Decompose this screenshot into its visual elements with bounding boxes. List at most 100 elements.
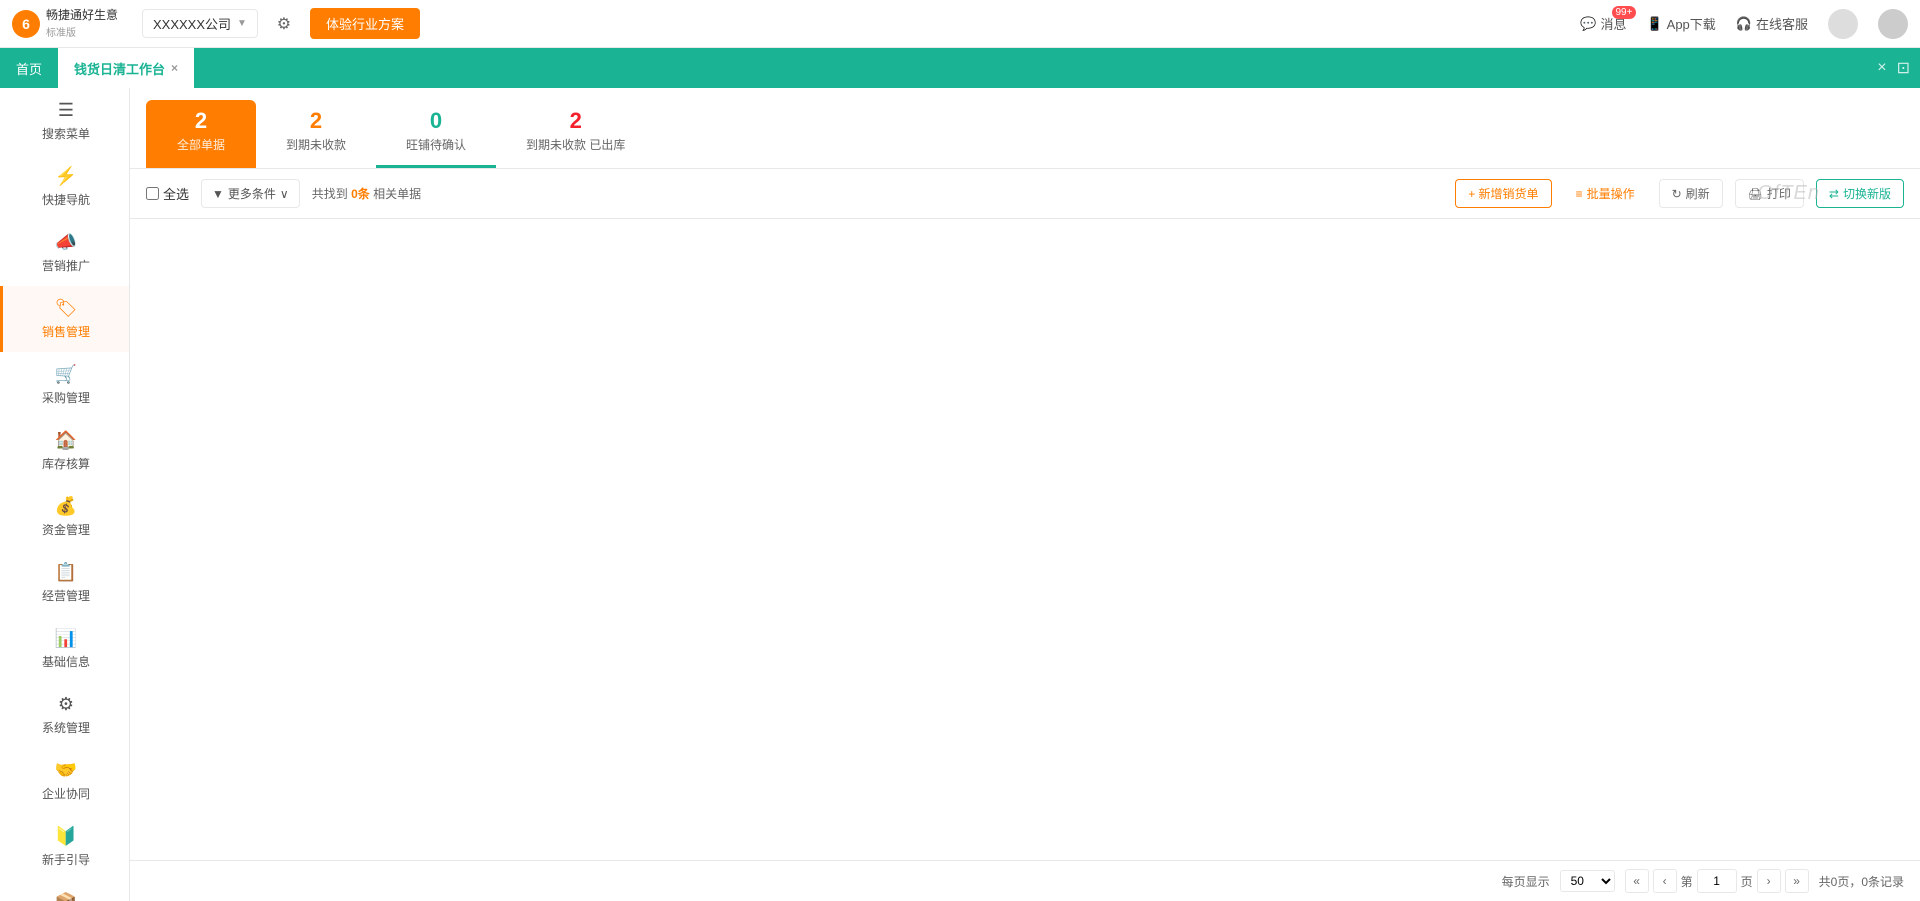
sidebar-item-system[interactable]: ⚙ 系统管理 xyxy=(0,682,129,748)
stat-tab-pending[interactable]: 0 旺铺待确认 xyxy=(376,100,496,168)
found-text: 共找到 0条 相关单据 xyxy=(312,185,421,202)
settings-icon[interactable]: ⚙ xyxy=(268,8,300,40)
system-icon: ⚙ xyxy=(58,694,74,715)
logo-sub: 标准版 xyxy=(46,24,118,39)
toolbar-right: + 新增销货单 ≡ 批量操作 ↻ 刷新 🖨 打印 ⇄ 切换新版 xyxy=(1455,179,1904,208)
sidebar-item-label-purchase: 采购管理 xyxy=(42,389,90,406)
select-all-checkbox[interactable]: 全选 xyxy=(146,184,189,203)
filter-button[interactable]: ▼ 更多条件 ∨ xyxy=(201,179,300,208)
filter-arrow-icon: ∨ xyxy=(280,187,289,201)
sidebar-item-collab[interactable]: 🤝 企业协同 xyxy=(0,748,129,814)
switch-version-button[interactable]: ⇄ 切换新版 xyxy=(1816,179,1904,208)
sidebar-item-label-collab: 企业协同 xyxy=(42,785,90,802)
page-size-select[interactable]: 10 20 50 100 xyxy=(1560,870,1615,892)
sidebar-item-label-finance: 资金管理 xyxy=(42,521,90,538)
tab-maximize-icon[interactable]: ⊡ xyxy=(1897,58,1910,78)
search-menu-icon: ☰ xyxy=(58,100,74,121)
logo-text: 畅捷通好生意 xyxy=(46,8,118,24)
page-size-label: 每页显示 xyxy=(1502,873,1550,890)
toolbar-left: 全选 ▼ 更多条件 ∨ 共找到 0条 相关单据 xyxy=(146,179,1443,208)
sidebar-item-quicknav[interactable]: ⚡ 快捷导航 xyxy=(0,154,129,220)
last-page-button[interactable]: » xyxy=(1785,869,1809,893)
stat-num-all: 2 xyxy=(195,108,207,134)
stat-tab-overdue[interactable]: 2 到期未收款 xyxy=(256,100,376,168)
print-label: 打印 xyxy=(1767,185,1791,202)
refresh-label: 刷新 xyxy=(1686,185,1710,202)
online-service-label: 在线客服 xyxy=(1756,14,1808,33)
sidebar-item-label-search: 搜索菜单 xyxy=(42,125,90,142)
stat-num-overdue: 2 xyxy=(310,108,322,134)
company-arrow-icon: ▼ xyxy=(237,18,247,29)
tab-home[interactable]: 首页 xyxy=(0,48,58,88)
sidebar-item-inventory[interactable]: 🏠 库存核算 xyxy=(0,418,129,484)
filter-icon: ▼ xyxy=(212,187,224,201)
prev-page-button[interactable]: ‹ xyxy=(1653,869,1677,893)
switch-label: 切换新版 xyxy=(1843,185,1891,202)
message-icon: 💬 xyxy=(1580,16,1596,32)
avatar[interactable] xyxy=(1828,9,1858,39)
sidebar-item-appcenter[interactable]: 📦 应用中心 xyxy=(0,880,129,901)
sidebar-item-purchase[interactable]: 🛒 采购管理 xyxy=(0,352,129,418)
sidebar-item-label-inventory: 库存核算 xyxy=(42,455,90,472)
next-page-button[interactable]: › xyxy=(1757,869,1781,893)
guide-icon: 🔰 xyxy=(55,826,77,847)
toolbar: 全选 ▼ 更多条件 ∨ 共找到 0条 相关单据 + 新增销货单 ≡ 批量操作 xyxy=(130,169,1920,219)
appcenter-icon: 📦 xyxy=(55,892,77,901)
print-icon: 🖨 xyxy=(1748,187,1763,201)
sidebar-item-finance[interactable]: 💰 资金管理 xyxy=(0,484,129,550)
batch-icon: ≡ xyxy=(1576,187,1583,201)
stat-label-all: 全部单据 xyxy=(177,136,225,153)
tab-qianghuo[interactable]: 钱货日清工作台 × xyxy=(58,48,194,88)
select-all-input[interactable] xyxy=(146,187,159,200)
header-right: 💬 消息 99+ 📱 App下载 🎧 在线客服 xyxy=(1580,9,1908,39)
add-sales-order-button[interactable]: + 新增销货单 xyxy=(1455,179,1551,208)
batch-operation-button[interactable]: ≡ 批量操作 xyxy=(1564,180,1647,207)
page-input[interactable] xyxy=(1697,869,1737,893)
sidebar-item-sales[interactable]: 🏷 销售管理 xyxy=(0,286,129,352)
batch-label: 批量操作 xyxy=(1587,185,1635,202)
content-area: 2 全部单据 2 到期未收款 0 旺铺待确认 2 到期未收款 已出库 全选 xyxy=(130,88,1920,901)
username-area[interactable] xyxy=(1878,9,1908,39)
app-download-item[interactable]: 📱 App下载 xyxy=(1646,14,1715,33)
sidebar-item-search[interactable]: ☰ 搜索菜单 xyxy=(0,88,129,154)
trial-button[interactable]: 体验行业方案 xyxy=(310,8,420,39)
found-suffix: 相关单据 xyxy=(373,187,421,201)
sidebar-item-guide[interactable]: 🔰 新手引导 xyxy=(0,814,129,880)
page-nav: « ‹ 第 页 › » xyxy=(1625,869,1809,893)
sidebar-item-operations[interactable]: 📋 经营管理 xyxy=(0,550,129,616)
refresh-button[interactable]: ↻ 刷新 xyxy=(1659,179,1723,208)
company-name: XXXXXX公司 xyxy=(153,14,231,33)
tab-qianghuo-label: 钱货日清工作台 xyxy=(74,59,165,78)
first-page-button[interactable]: « xyxy=(1625,869,1649,893)
switch-icon: ⇄ xyxy=(1829,187,1839,201)
page-label: 第 xyxy=(1681,873,1693,890)
online-service-item[interactable]: 🎧 在线客服 xyxy=(1736,14,1808,33)
message-item[interactable]: 💬 消息 99+ xyxy=(1580,14,1626,33)
logo-area: 6 畅捷通好生意 标准版 xyxy=(12,8,142,39)
stat-tab-overdue-out[interactable]: 2 到期未收款 已出库 xyxy=(496,100,655,168)
select-all-label: 全选 xyxy=(163,184,189,203)
filter-label: 更多条件 xyxy=(228,185,276,202)
sales-icon: 🏷 xyxy=(55,298,78,319)
found-prefix: 共找到 xyxy=(312,187,348,201)
stat-num-pending: 0 xyxy=(430,108,442,134)
sidebar: ☰ 搜索菜单 ⚡ 快捷导航 📣 营销推广 🏷 销售管理 🛒 采购管理 🏠 库存核… xyxy=(0,88,130,901)
stat-label-overdue-out: 到期未收款 已出库 xyxy=(526,136,625,153)
app-download-icon: 📱 xyxy=(1646,16,1662,32)
sidebar-item-marketing[interactable]: 📣 营销推广 xyxy=(0,220,129,286)
sidebar-item-label-marketing: 营销推广 xyxy=(42,257,90,274)
stat-tab-all[interactable]: 2 全部单据 xyxy=(146,100,256,168)
tab-close-icon[interactable]: × xyxy=(171,61,178,75)
print-button[interactable]: 🖨 打印 xyxy=(1735,179,1804,208)
logo-icon: 6 xyxy=(12,10,40,38)
sidebar-item-label-guide: 新手引导 xyxy=(42,851,90,868)
stat-label-pending: 旺铺待确认 xyxy=(406,136,466,153)
collab-icon: 🤝 xyxy=(55,760,77,781)
tab-minimize-icon[interactable]: × xyxy=(1877,59,1886,77)
sidebar-item-basicinfo[interactable]: 📊 基础信息 xyxy=(0,616,129,682)
table-footer: 每页显示 10 20 50 100 « ‹ 第 页 › » 共0页，0条记录 xyxy=(130,860,1920,901)
basicinfo-icon: 📊 xyxy=(55,628,77,649)
stats-tabs: 2 全部单据 2 到期未收款 0 旺铺待确认 2 到期未收款 已出库 xyxy=(130,88,1920,169)
stat-num-overdue-out: 2 xyxy=(570,108,582,134)
company-selector[interactable]: XXXXXX公司 ▼ xyxy=(142,9,258,38)
